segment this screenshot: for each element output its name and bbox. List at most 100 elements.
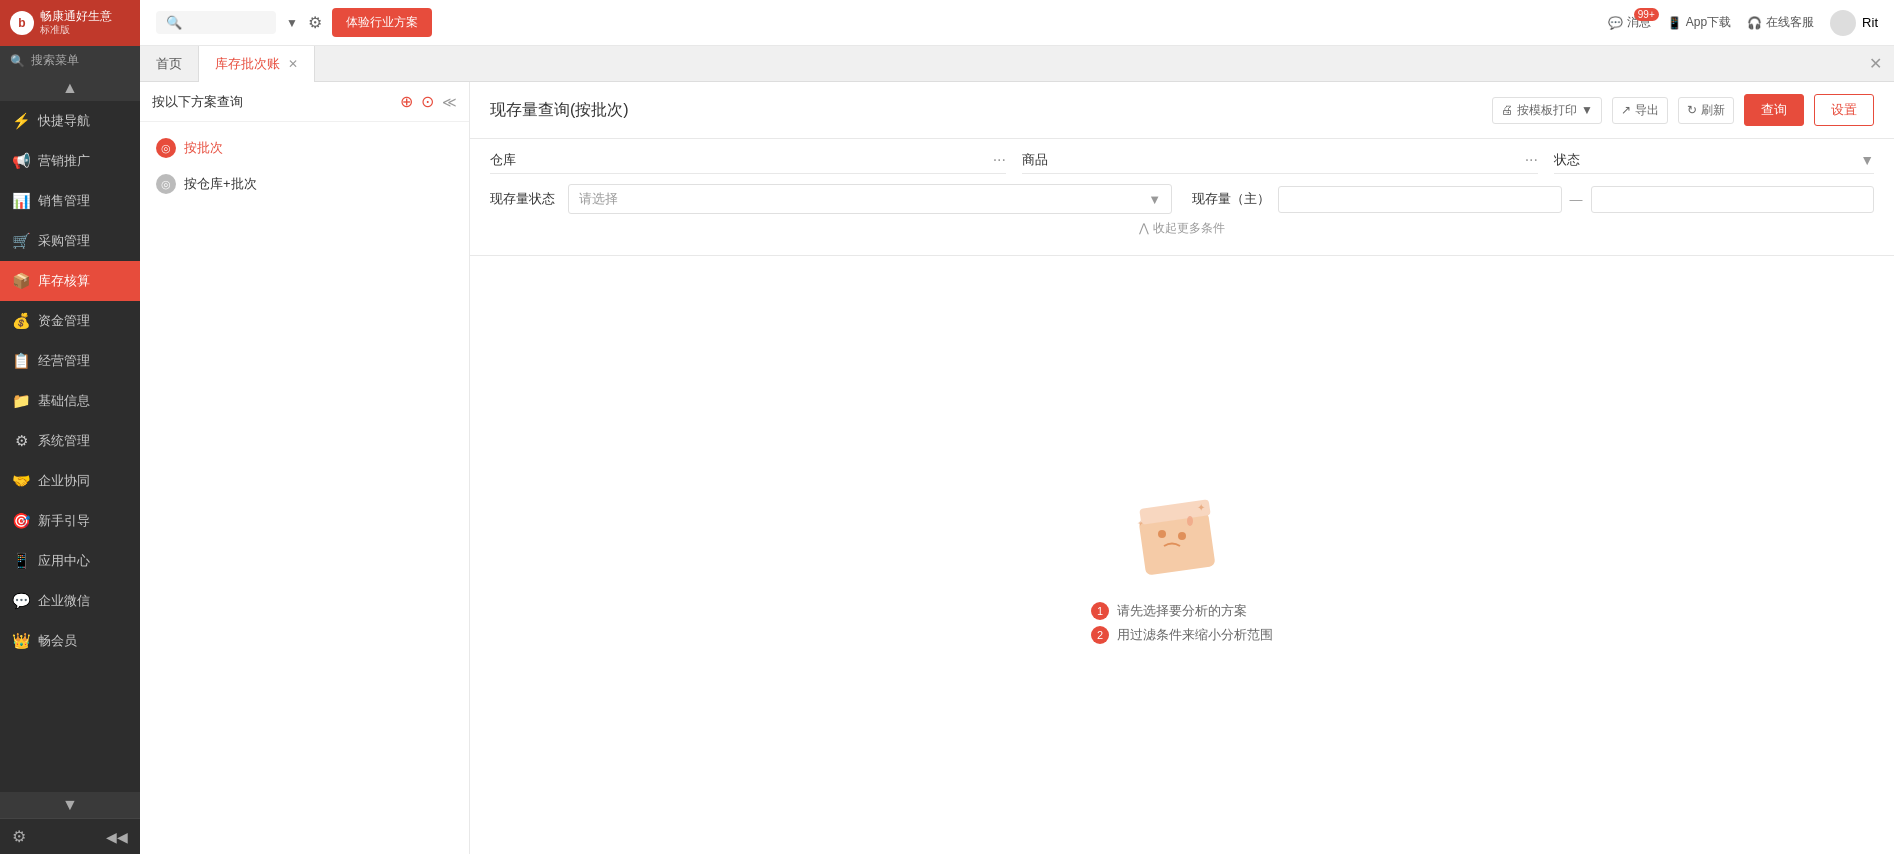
scheme-panel-title: 按以下方案查询 [152,93,243,111]
topbar-search-box[interactable]: 🔍 [156,11,276,34]
print-button[interactable]: 🖨 按模板打印 ▼ [1492,97,1602,124]
page-header: 现存量查询(按批次) 🖨 按模板打印 ▼ ↗ 导出 ↻ 刷新 [470,82,1894,139]
scheme-item-batch[interactable]: ◎ 按批次 [140,130,469,166]
tabs-bar: 首页 库存批次账 ✕ ✕ [140,46,1894,82]
sales-icon: 📊 [12,192,30,210]
filter-row-2: 现存量状态 请选择 ▼ 现存量（主） — [490,184,1874,214]
hint-text-1: 请先选择要分析的方案 [1117,602,1247,620]
sidebar-item-collab[interactable]: 🤝 企业协同 [0,461,140,501]
sidebar-item-basics[interactable]: 📁 基础信息 [0,381,140,421]
empty-illustration: ✦ ✦ [1122,466,1242,586]
svg-point-2 [1158,530,1166,538]
sidebar-search[interactable]: 🔍 搜索菜单 [0,46,140,75]
stock-qty-filter: 现存量（主） — [1192,186,1874,213]
phone-icon: 📱 [1667,16,1682,30]
topbar-gear-icon[interactable]: ⚙ [308,13,322,32]
settings-icon[interactable]: ⚙ [12,827,26,846]
sidebar-item-guide[interactable]: 🎯 新手引导 [0,501,140,541]
search-label: 搜索菜单 [31,52,79,69]
warehouse-label: 仓库 [490,151,550,169]
sidebar-item-marketing[interactable]: 📢 营销推广 [0,141,140,181]
page-title: 现存量查询(按批次) [490,100,629,121]
tab-inventory-batch-label: 库存批次账 [215,55,280,73]
settings-scheme-icon[interactable]: ⊙ [421,92,434,111]
collapse-sidebar-icon[interactable]: ◀◀ [106,829,128,845]
app-download-button[interactable]: 📱 App下载 [1667,14,1731,31]
status-dropdown-icon[interactable]: ▼ [1860,152,1874,168]
system-icon: ⚙ [12,432,30,450]
collapse-panel-icon[interactable]: ≪ [442,94,457,110]
status-input[interactable] [1622,153,1856,168]
sidebar-item-system[interactable]: ⚙ 系统管理 [0,421,140,461]
sidebar-item-weixin[interactable]: 💬 企业微信 [0,581,140,621]
topbar-search-icon: 🔍 [166,15,182,30]
goods-more-icon[interactable]: ··· [1525,151,1538,169]
stock-qty-label: 现存量（主） [1192,190,1270,208]
add-scheme-icon[interactable]: ⊕ [400,92,413,111]
export-icon: ↗ [1621,103,1631,117]
member-label: 畅会员 [38,632,77,650]
main-area: 🔍 ▼ ⚙ 体验行业方案 💬 消息 99+ 📱 App下载 🎧 在线客服 R [140,0,1894,854]
app-info: 畅康通好生意 标准版 [40,9,112,37]
collapse-icon: ⋀ [1139,221,1149,235]
scheme-item-warehouse-batch[interactable]: ◎ 按仓库+批次 [140,166,469,202]
scheme-icon-batch: ◎ [156,138,176,158]
left-scheme-panel: 按以下方案查询 ⊕ ⊙ ≪ ◎ 按批次 ◎ 按仓库+批次 [140,82,470,854]
online-service-button[interactable]: 🎧 在线客服 [1747,14,1814,31]
stock-status-chevron: ▼ [1148,192,1161,207]
stock-qty-to[interactable] [1591,186,1875,213]
page-actions: 🖨 按模板打印 ▼ ↗ 导出 ↻ 刷新 查询 设置 [1492,94,1874,126]
goods-input[interactable] [1090,153,1521,168]
tab-close-all-icon[interactable]: ✕ [1857,46,1894,82]
topbar: 🔍 ▼ ⚙ 体验行业方案 💬 消息 99+ 📱 App下载 🎧 在线客服 R [140,0,1894,46]
weixin-icon: 💬 [12,592,30,610]
scroll-up-button[interactable]: ▲ [0,75,140,101]
stock-status-select[interactable]: 请选择 ▼ [568,184,1172,214]
inventory-label: 库存核算 [38,272,90,290]
sidebar-item-quick-nav[interactable]: ⚡ 快捷导航 [0,101,140,141]
quick-nav-icon: ⚡ [12,112,30,130]
refresh-button[interactable]: ↻ 刷新 [1678,97,1734,124]
scheme-icon-warehouse: ◎ [156,174,176,194]
scheme-label-batch: 按批次 [184,139,223,157]
stock-status-label: 现存量状态 [490,190,560,208]
hint-num-1: 1 [1091,602,1109,620]
experience-industry-button[interactable]: 体验行业方案 [332,8,432,37]
app-download-label: App下载 [1686,14,1731,31]
sidebar-item-member[interactable]: 👑 畅会员 [0,621,140,661]
sidebar-footer: ⚙ ◀◀ [0,818,140,854]
sidebar-header: b 畅康通好生意 标准版 [0,0,140,46]
print-icon: 🖨 [1501,103,1513,117]
sidebar-item-operations[interactable]: 📋 经营管理 [0,341,140,381]
sidebar-item-inventory[interactable]: 📦 库存核算 [0,261,140,301]
stock-qty-from[interactable] [1278,186,1562,213]
messages-badge: 99+ [1634,8,1659,21]
tab-home[interactable]: 首页 [140,46,199,82]
finance-icon: 💰 [12,312,30,330]
sidebar-item-purchase[interactable]: 🛒 采购管理 [0,221,140,261]
sidebar-item-sales[interactable]: 📊 销售管理 [0,181,140,221]
operations-label: 经营管理 [38,352,90,370]
right-content: 现存量查询(按批次) 🖨 按模板打印 ▼ ↗ 导出 ↻ 刷新 [470,82,1894,854]
collapse-filter-row[interactable]: ⋀ 收起更多条件 [490,214,1874,243]
stock-status-placeholder: 请选择 [579,190,618,208]
headset-icon: 🎧 [1747,16,1762,30]
guide-label: 新手引导 [38,512,90,530]
tab-inventory-batch[interactable]: 库存批次账 ✕ [199,46,315,82]
marketing-label: 营销推广 [38,152,90,170]
user-menu[interactable]: Rit [1830,10,1878,36]
scroll-down-button[interactable]: ▼ [0,792,140,818]
warehouse-more-icon[interactable]: ··· [993,151,1006,169]
export-button[interactable]: ↗ 导出 [1612,97,1668,124]
query-button[interactable]: 查询 [1744,94,1804,126]
sidebar-item-appstore[interactable]: 📱 应用中心 [0,541,140,581]
appstore-icon: 📱 [12,552,30,570]
marketing-icon: 📢 [12,152,30,170]
sidebar-item-finance[interactable]: 💰 资金管理 [0,301,140,341]
settings-query-button[interactable]: 设置 [1814,94,1874,126]
messages-button[interactable]: 💬 消息 99+ [1608,14,1651,31]
warehouse-input[interactable] [558,153,989,168]
topbar-dropdown-icon[interactable]: ▼ [286,16,298,30]
refresh-label: 刷新 [1701,102,1725,119]
tab-close-icon[interactable]: ✕ [288,57,298,71]
